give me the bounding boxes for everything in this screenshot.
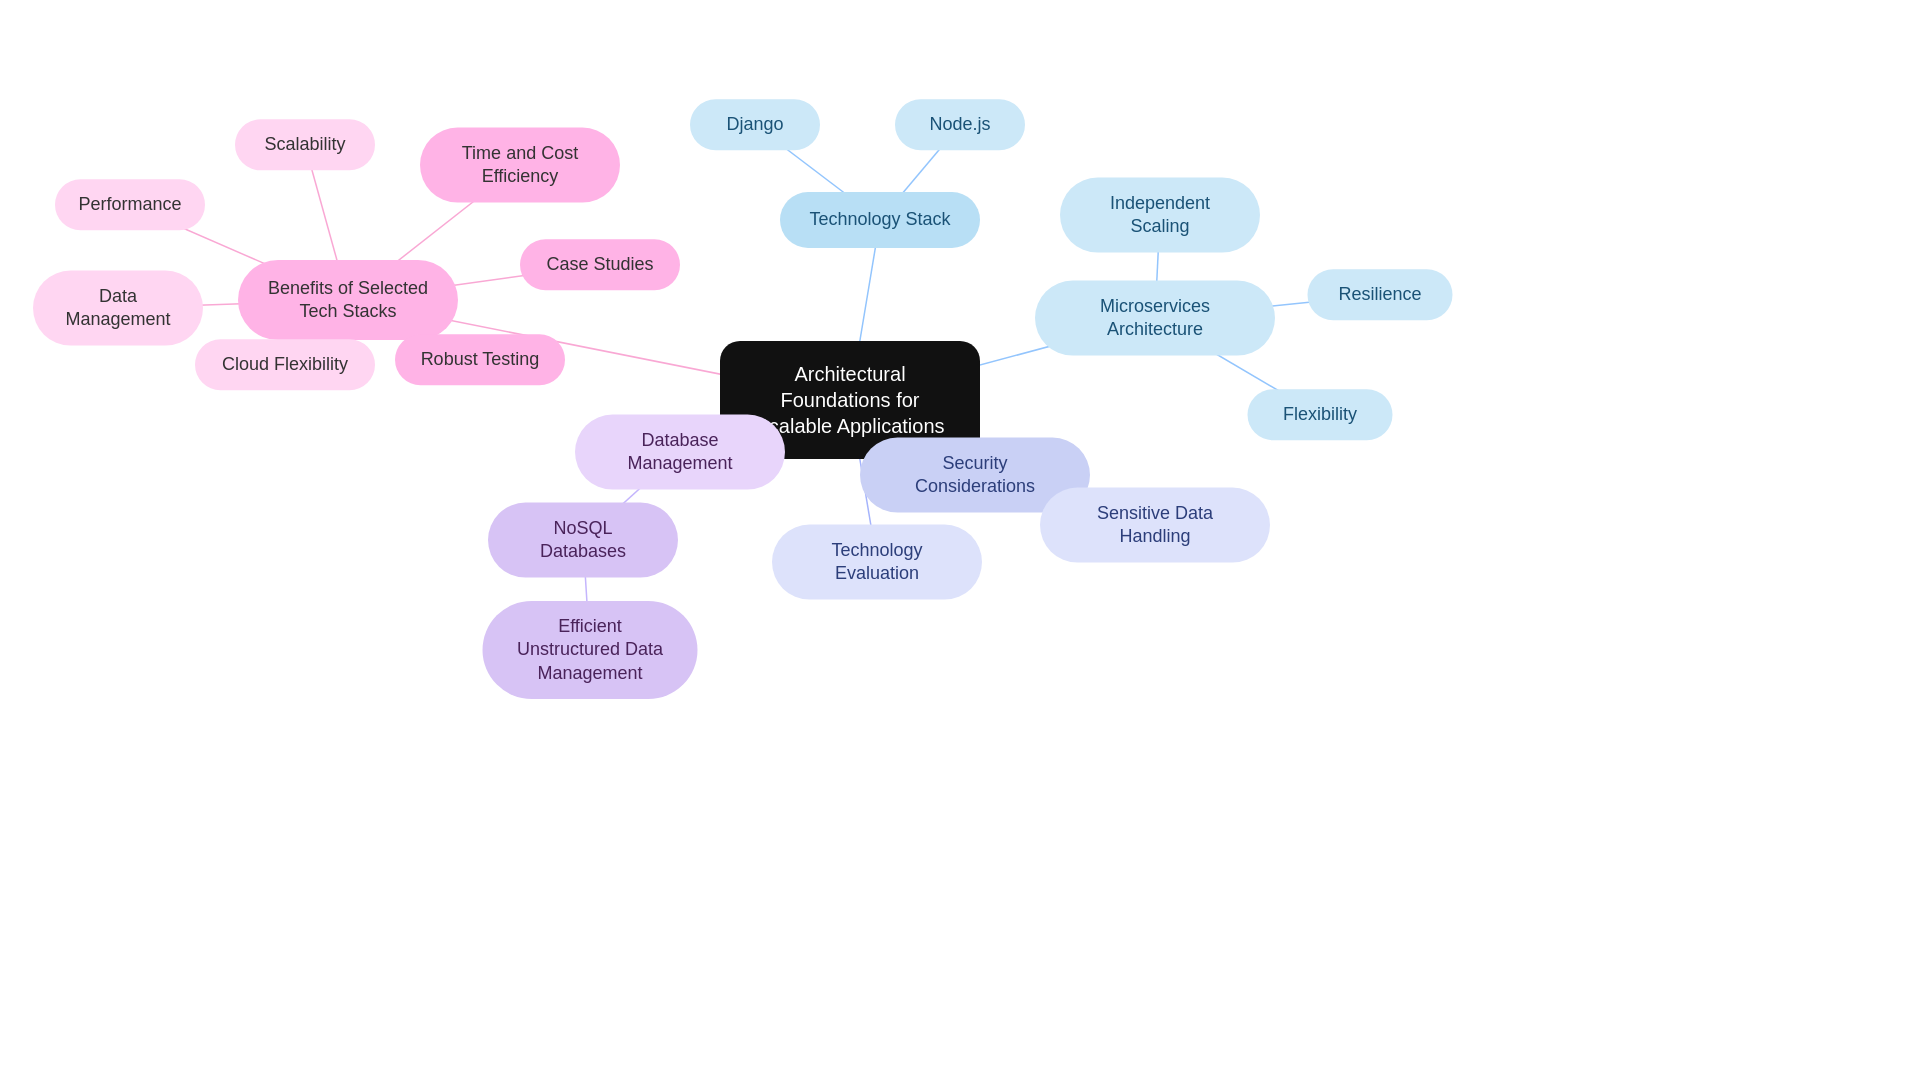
node-microservices[interactable]: Microservices Architecture bbox=[1035, 281, 1275, 356]
node-cloud-flexibility[interactable]: Cloud Flexibility bbox=[195, 339, 375, 390]
node-nosql[interactable]: NoSQL Databases bbox=[488, 503, 678, 578]
node-sensitive-data[interactable]: Sensitive Data Handling bbox=[1040, 488, 1270, 563]
node-flexibility[interactable]: Flexibility bbox=[1248, 389, 1393, 440]
node-case-studies[interactable]: Case Studies bbox=[520, 239, 680, 290]
node-django[interactable]: Django bbox=[690, 99, 820, 150]
node-benefits[interactable]: Benefits of Selected Tech Stacks bbox=[238, 260, 458, 340]
node-db-management[interactable]: Database Management bbox=[575, 415, 785, 490]
node-nodejs[interactable]: Node.js bbox=[895, 99, 1025, 150]
node-robust-testing[interactable]: Robust Testing bbox=[395, 334, 565, 385]
node-independent-scaling[interactable]: Independent Scaling bbox=[1060, 178, 1260, 253]
node-tech-eval[interactable]: Technology Evaluation bbox=[772, 525, 982, 600]
node-data-management[interactable]: Data Management bbox=[33, 271, 203, 346]
node-resilience[interactable]: Resilience bbox=[1308, 269, 1453, 320]
node-scalability[interactable]: Scalability bbox=[235, 119, 375, 170]
node-time-cost[interactable]: Time and Cost Efficiency bbox=[420, 128, 620, 203]
node-efficient-data[interactable]: Efficient Unstructured Data Management bbox=[483, 601, 698, 699]
node-tech-stack[interactable]: Technology Stack bbox=[780, 192, 980, 248]
node-performance[interactable]: Performance bbox=[55, 179, 205, 230]
mind-map: Architectural Foundations for Scalable A… bbox=[0, 0, 1920, 1083]
